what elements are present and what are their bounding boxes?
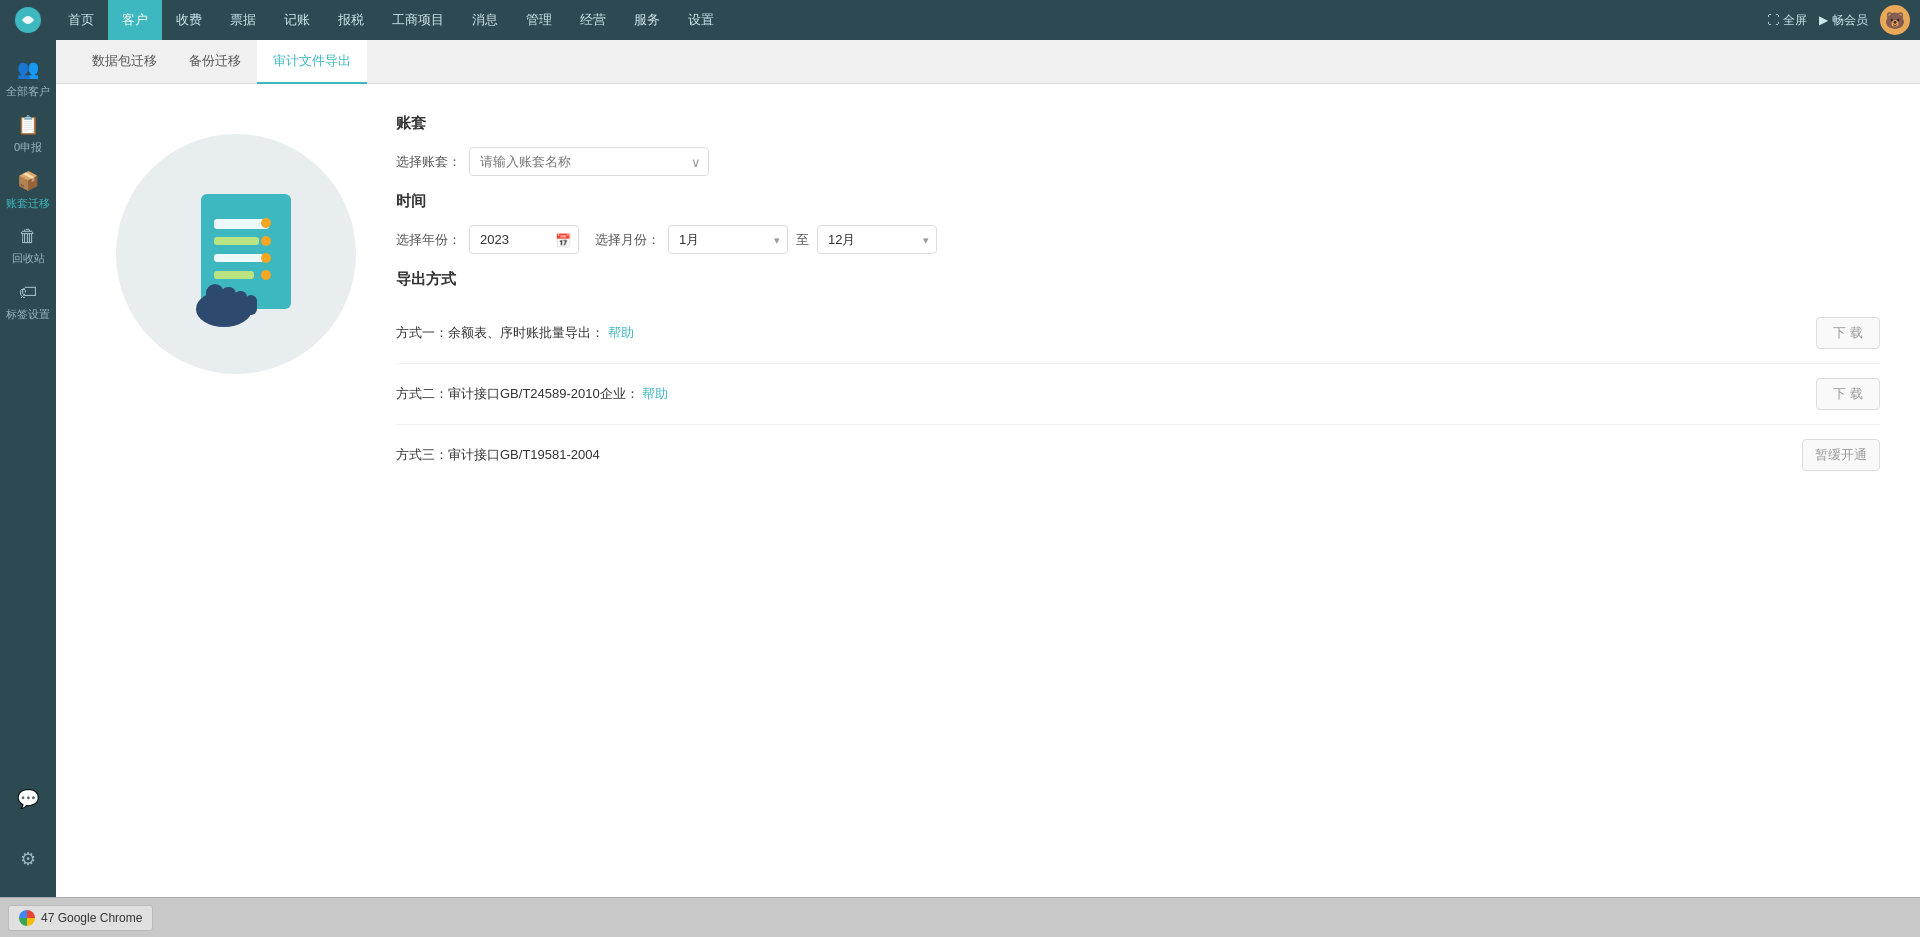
nav-home[interactable]: 首页 — [54, 0, 108, 40]
svg-rect-4 — [214, 254, 264, 262]
settings-icon: ⚙ — [20, 848, 36, 870]
nav-menu: 首页 客户 收费 票据 记账 报税 工商项目 消息 管理 经营 服务 设置 — [54, 0, 1767, 40]
fullscreen-icon: ⛶ — [1767, 13, 1779, 27]
app-logo[interactable] — [10, 2, 46, 38]
nav-operation[interactable]: 经营 — [566, 0, 620, 40]
tab-bar: 数据包迁移 备份迁移 审计文件导出 — [56, 40, 1920, 84]
tag-icon: 🏷 — [19, 282, 37, 303]
tab-audit-export[interactable]: 审计文件导出 — [257, 40, 367, 84]
export-method-1: 方式一：余额表、序时账批量导出： 帮助 下 载 — [396, 303, 1880, 364]
account-select-label: 选择账套： — [396, 153, 461, 171]
account-select-row: 选择账套： ∨ — [396, 147, 1880, 176]
method-1-download-btn[interactable]: 下 载 — [1816, 317, 1880, 349]
method-2-download-btn[interactable]: 下 载 — [1816, 378, 1880, 410]
year-input-wrapper: 📅 — [469, 225, 579, 254]
svg-rect-2 — [214, 219, 269, 229]
method-3-text: 方式三：审计接口GB/T19581-2004 — [396, 446, 600, 464]
tab-data-migration[interactable]: 数据包迁移 — [76, 40, 173, 84]
nav-manage[interactable]: 管理 — [512, 0, 566, 40]
month-start-select[interactable]: 1月2月3月4月 5月6月7月8月 9月10月11月12月 — [668, 225, 788, 254]
vip-icon: ▶ — [1819, 13, 1828, 27]
time-separator: 至 — [796, 231, 809, 249]
month-end-select[interactable]: 1月2月3月4月 5月6月7月8月 9月10月11月12月 — [817, 225, 937, 254]
help-icon: 💬 — [17, 788, 39, 810]
month-end-wrapper: 1月2月3月4月 5月6月7月8月 9月10月11月12月 — [817, 225, 937, 254]
nav-customer[interactable]: 客户 — [108, 0, 162, 40]
customers-icon: 👥 — [17, 58, 39, 80]
sidebar-item-all-customers[interactable]: 👥 全部客户 — [0, 50, 56, 106]
nav-invoice[interactable]: 票据 — [216, 0, 270, 40]
vip-button[interactable]: ▶ 畅会员 — [1819, 12, 1868, 29]
taskbar-chrome[interactable]: 47 Google Chrome — [8, 905, 153, 931]
method-2-text: 方式二：审计接口GB/T24589-2010企业： 帮助 — [396, 385, 668, 403]
calendar-icon: 📅 — [555, 232, 571, 247]
svg-point-8 — [261, 253, 271, 263]
migrate-icon: 📦 — [17, 170, 39, 192]
time-section-title: 时间 — [396, 192, 1880, 211]
nav-business[interactable]: 工商项目 — [378, 0, 458, 40]
illustration-area — [96, 114, 376, 867]
sidebar-item-help[interactable]: 💬 — [0, 771, 56, 827]
top-nav-right: ⛶ 全屏 ▶ 畅会员 🐻 — [1767, 5, 1910, 35]
form-area: 账套 选择账套： ∨ 时间 选择年份： 📅 选择月份： — [376, 114, 1880, 867]
chrome-icon — [19, 910, 35, 926]
account-select-input[interactable] — [469, 147, 709, 176]
svg-rect-3 — [214, 237, 259, 245]
nav-service[interactable]: 服务 — [620, 0, 674, 40]
export-method-2: 方式二：审计接口GB/T24589-2010企业： 帮助 下 载 — [396, 364, 1880, 425]
method-1-help-link[interactable]: 帮助 — [608, 325, 634, 340]
nav-fee[interactable]: 收费 — [162, 0, 216, 40]
svg-point-7 — [261, 236, 271, 246]
month-label: 选择月份： — [595, 231, 660, 249]
fullscreen-button[interactable]: ⛶ 全屏 — [1767, 12, 1807, 29]
nav-message[interactable]: 消息 — [458, 0, 512, 40]
svg-rect-14 — [245, 295, 257, 315]
sidebar-item-trash[interactable]: 🗑 回收站 — [0, 218, 56, 274]
nav-tax[interactable]: 报税 — [324, 0, 378, 40]
sidebar: 👥 全部客户 📋 0申报 📦 账套迁移 🗑 回收站 🏷 标签设置 💬 ⚙ — [0, 40, 56, 897]
illustration-svg — [156, 169, 316, 339]
export-section-title: 导出方式 — [396, 270, 1880, 289]
declare-icon: 📋 — [17, 114, 39, 136]
trash-icon: 🗑 — [19, 226, 37, 247]
method-3-pending-btn[interactable]: 暂缓开通 — [1802, 439, 1880, 471]
svg-point-9 — [261, 270, 271, 280]
account-select-wrapper: ∨ — [469, 147, 709, 176]
main-layout: 👥 全部客户 📋 0申报 📦 账套迁移 🗑 回收站 🏷 标签设置 💬 ⚙ — [0, 40, 1920, 897]
svg-point-6 — [261, 218, 271, 228]
svg-rect-12 — [221, 287, 236, 317]
year-label: 选择年份： — [396, 231, 461, 249]
page-content: 账套 选择账套： ∨ 时间 选择年份： 📅 选择月份： — [56, 84, 1920, 897]
sidebar-item-zero-declare[interactable]: 📋 0申报 — [0, 106, 56, 162]
svg-rect-5 — [214, 271, 254, 279]
nav-settings[interactable]: 设置 — [674, 0, 728, 40]
illustration-circle — [116, 134, 356, 374]
sidebar-item-migrate[interactable]: 📦 账套迁移 — [0, 162, 56, 218]
dropdown-icon: ∨ — [691, 154, 701, 169]
sidebar-item-settings[interactable]: ⚙ — [0, 831, 56, 887]
time-row: 选择年份： 📅 选择月份： 1月2月3月4月 5月6月7月8月 9月10月11月… — [396, 225, 1880, 254]
method-1-text: 方式一：余额表、序时账批量导出： 帮助 — [396, 324, 634, 342]
nav-bookkeeping[interactable]: 记账 — [270, 0, 324, 40]
month-start-wrapper: 1月2月3月4月 5月6月7月8月 9月10月11月12月 — [668, 225, 788, 254]
taskbar: 47 Google Chrome — [0, 897, 1920, 937]
tab-backup-migration[interactable]: 备份迁移 — [173, 40, 257, 84]
method-2-help-link[interactable]: 帮助 — [642, 386, 668, 401]
content-area: 数据包迁移 备份迁移 审计文件导出 — [56, 40, 1920, 897]
sidebar-item-tags[interactable]: 🏷 标签设置 — [0, 274, 56, 330]
sidebar-bottom: 💬 ⚙ — [0, 771, 56, 897]
export-method-3: 方式三：审计接口GB/T19581-2004 暂缓开通 — [396, 425, 1880, 485]
user-avatar[interactable]: 🐻 — [1880, 5, 1910, 35]
account-section-title: 账套 — [396, 114, 1880, 133]
top-navigation: 首页 客户 收费 票据 记账 报税 工商项目 消息 管理 经营 服务 设置 ⛶ … — [0, 0, 1920, 40]
